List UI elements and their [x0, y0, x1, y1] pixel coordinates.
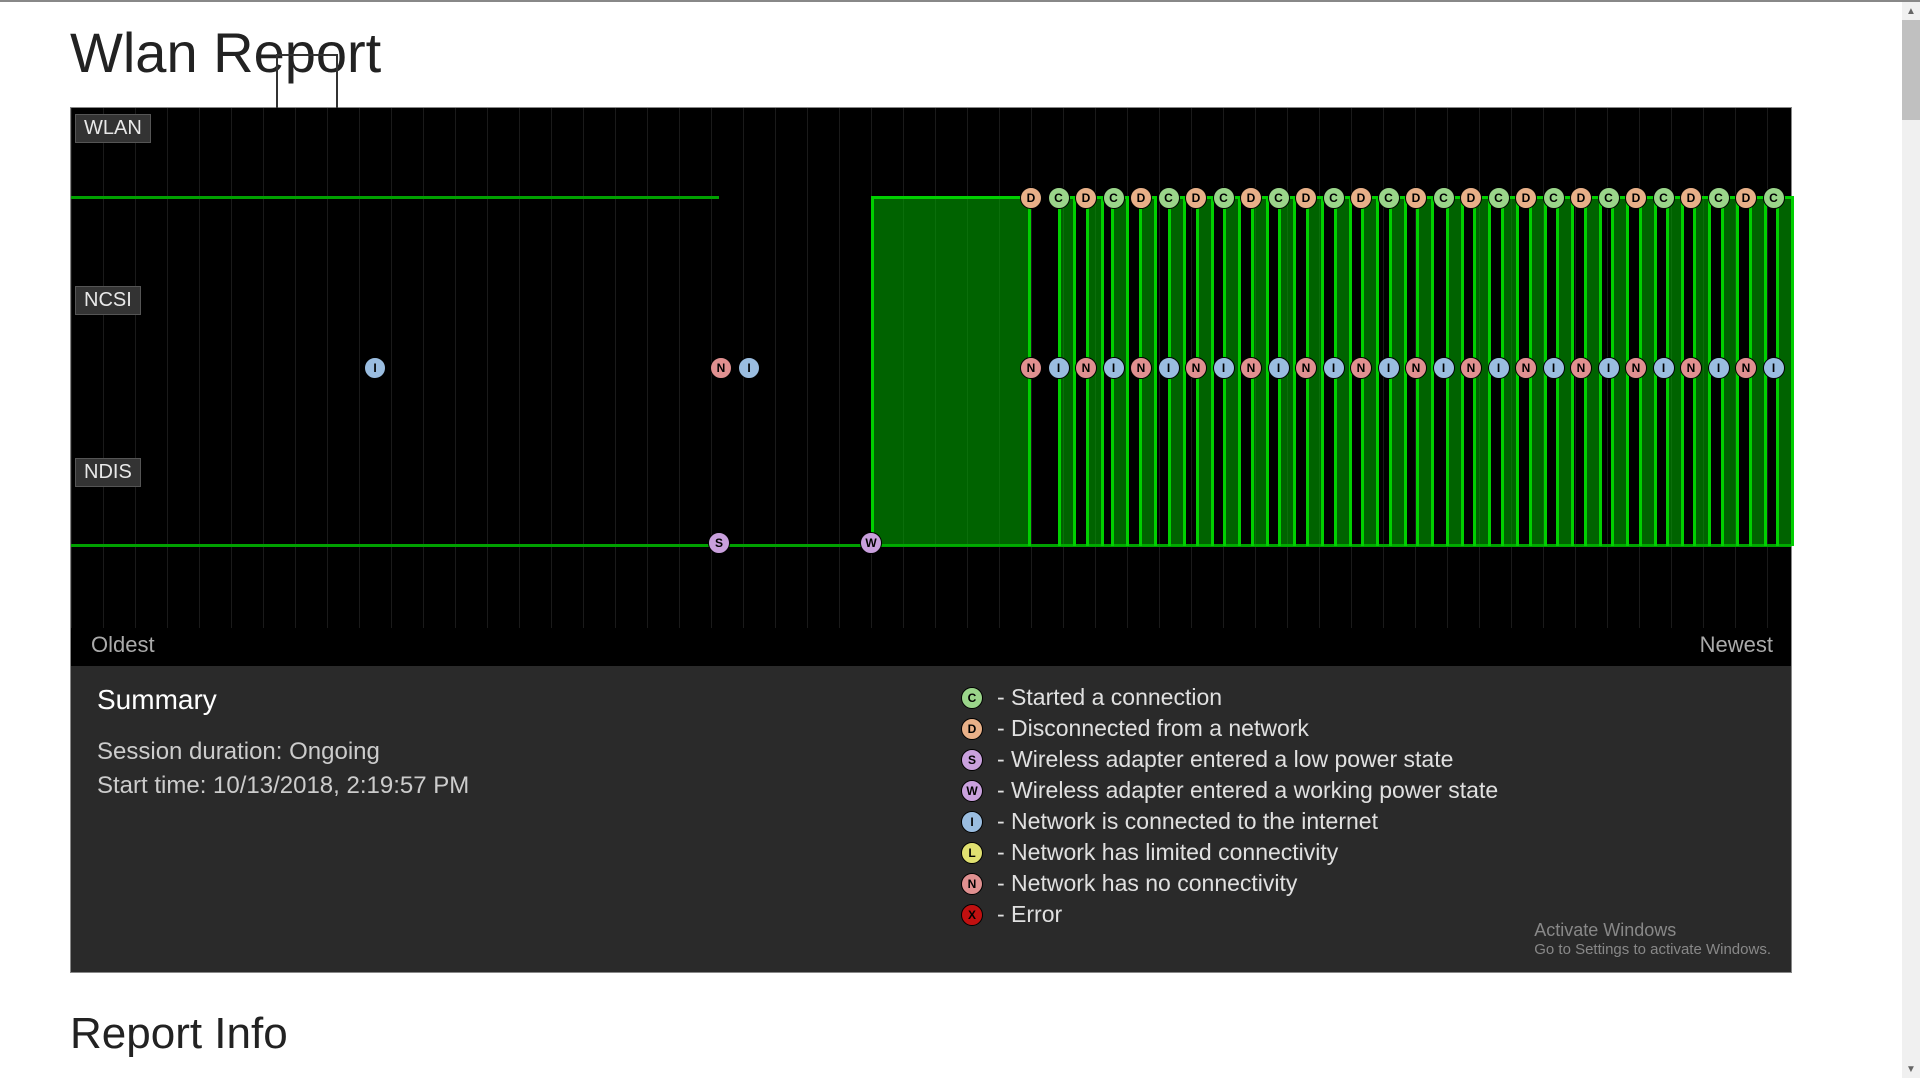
event-i-icon[interactable]: I: [1653, 357, 1675, 379]
event-d-icon[interactable]: D: [1020, 187, 1042, 209]
session-duration: Session duration: Ongoing: [97, 738, 901, 766]
activate-windows-watermark: Activate Windows Go to Settings to activ…: [1534, 920, 1771, 958]
event-i-icon[interactable]: I: [1543, 357, 1565, 379]
event-d-icon[interactable]: D: [1570, 187, 1592, 209]
event-c-icon[interactable]: C: [1433, 187, 1455, 209]
event-n-icon[interactable]: N: [1130, 357, 1152, 379]
event-n-icon[interactable]: N: [1295, 357, 1317, 379]
event-c-icon[interactable]: C: [1598, 187, 1620, 209]
event-c-icon[interactable]: C: [1213, 187, 1235, 209]
row-label-wlan: WLAN: [75, 114, 151, 143]
legend-item: W - Wireless adapter entered a working p…: [961, 777, 1765, 804]
event-i-icon[interactable]: I: [1488, 357, 1510, 379]
event-c-icon[interactable]: C: [1378, 187, 1400, 209]
event-n-icon[interactable]: N: [1075, 357, 1097, 379]
event-n-icon[interactable]: N: [1515, 357, 1537, 379]
event-d-icon[interactable]: D: [1240, 187, 1262, 209]
event-i-icon[interactable]: I: [1433, 357, 1455, 379]
event-w-icon[interactable]: W: [860, 532, 882, 554]
report-info-heading: Report Info: [70, 1009, 1850, 1059]
legend-item: D - Disconnected from a network: [961, 715, 1765, 742]
start-time: Start time: 10/13/2018, 2:19:57 PM: [97, 772, 901, 800]
event-i-icon[interactable]: I: [1323, 357, 1345, 379]
legend-item: I - Network is connected to the internet: [961, 808, 1765, 835]
event-d-icon[interactable]: D: [1405, 187, 1427, 209]
event-n-icon[interactable]: N: [1625, 357, 1647, 379]
summary-panel: Summary Session duration: Ongoing Start …: [71, 666, 1791, 972]
event-c-icon[interactable]: C: [1048, 187, 1070, 209]
event-d-icon[interactable]: D: [1460, 187, 1482, 209]
event-i-icon[interactable]: I: [1378, 357, 1400, 379]
event-s-icon[interactable]: S: [708, 532, 730, 554]
event-i-icon[interactable]: I: [1763, 357, 1785, 379]
event-c-icon[interactable]: C: [1103, 187, 1125, 209]
event-i-icon[interactable]: I: [1213, 357, 1235, 379]
scroll-up-icon[interactable]: ▲: [1902, 2, 1920, 20]
event-i-icon[interactable]: I: [364, 357, 386, 379]
event-c-icon[interactable]: C: [1158, 187, 1180, 209]
event-i-icon[interactable]: I: [1103, 357, 1125, 379]
legend-n-icon: N: [961, 873, 983, 895]
event-n-icon[interactable]: N: [1680, 357, 1702, 379]
legend-l-icon: L: [961, 842, 983, 864]
legend-item: S - Wireless adapter entered a low power…: [961, 746, 1765, 773]
legend-item: C - Started a connection: [961, 684, 1765, 711]
event-d-icon[interactable]: D: [1735, 187, 1757, 209]
event-c-icon[interactable]: C: [1653, 187, 1675, 209]
legend: C - Started a connection D - Disconnecte…: [901, 684, 1765, 932]
event-d-icon[interactable]: D: [1075, 187, 1097, 209]
event-i-icon[interactable]: I: [1708, 357, 1730, 379]
event-d-icon[interactable]: D: [1350, 187, 1372, 209]
event-c-icon[interactable]: C: [1268, 187, 1290, 209]
vertical-scrollbar[interactable]: ▲ ▼: [1902, 2, 1920, 1078]
event-d-icon[interactable]: D: [1185, 187, 1207, 209]
event-d-icon[interactable]: D: [1130, 187, 1152, 209]
event-c-icon[interactable]: C: [1543, 187, 1565, 209]
oldest-label: Oldest: [91, 632, 155, 658]
scroll-thumb[interactable]: [1902, 20, 1920, 120]
event-n-icon[interactable]: N: [1570, 357, 1592, 379]
legend-d-icon: D: [961, 718, 983, 740]
event-c-icon[interactable]: C: [1323, 187, 1345, 209]
legend-w-icon: W: [961, 780, 983, 802]
scroll-down-icon[interactable]: ▼: [1902, 1060, 1920, 1078]
legend-item: L - Network has limited connectivity: [961, 839, 1765, 866]
timeline-chart: WLAN NCSI NDIS INISWDCDCDCDCDCDCDCDCDCDC…: [70, 107, 1792, 973]
event-n-icon[interactable]: N: [1460, 357, 1482, 379]
event-i-icon[interactable]: I: [1048, 357, 1070, 379]
legend-c-icon: C: [961, 687, 983, 709]
newest-label: Newest: [1700, 632, 1773, 658]
event-n-icon[interactable]: N: [1735, 357, 1757, 379]
legend-x-icon: X: [961, 904, 983, 926]
event-c-icon[interactable]: C: [1763, 187, 1785, 209]
event-c-icon[interactable]: C: [1488, 187, 1510, 209]
event-n-icon[interactable]: N: [1350, 357, 1372, 379]
event-n-icon[interactable]: N: [1405, 357, 1427, 379]
event-i-icon[interactable]: I: [1158, 357, 1180, 379]
row-label-ncsi: NCSI: [75, 286, 141, 315]
event-d-icon[interactable]: D: [1680, 187, 1702, 209]
event-n-icon[interactable]: N: [1020, 357, 1042, 379]
event-d-icon[interactable]: D: [1295, 187, 1317, 209]
legend-i-icon: I: [961, 811, 983, 833]
event-i-icon[interactable]: I: [1598, 357, 1620, 379]
legend-item: N - Network has no connectivity: [961, 870, 1765, 897]
time-axis: Oldest Newest: [71, 628, 1791, 666]
summary-title: Summary: [97, 684, 901, 716]
row-label-ndis: NDIS: [75, 458, 141, 487]
event-i-icon[interactable]: I: [1268, 357, 1290, 379]
event-n-icon[interactable]: N: [1185, 357, 1207, 379]
legend-s-icon: S: [961, 749, 983, 771]
event-i-icon[interactable]: I: [738, 357, 760, 379]
event-d-icon[interactable]: D: [1515, 187, 1537, 209]
event-c-icon[interactable]: C: [1708, 187, 1730, 209]
event-n-icon[interactable]: N: [1240, 357, 1262, 379]
event-d-icon[interactable]: D: [1625, 187, 1647, 209]
event-n-icon[interactable]: N: [710, 357, 732, 379]
